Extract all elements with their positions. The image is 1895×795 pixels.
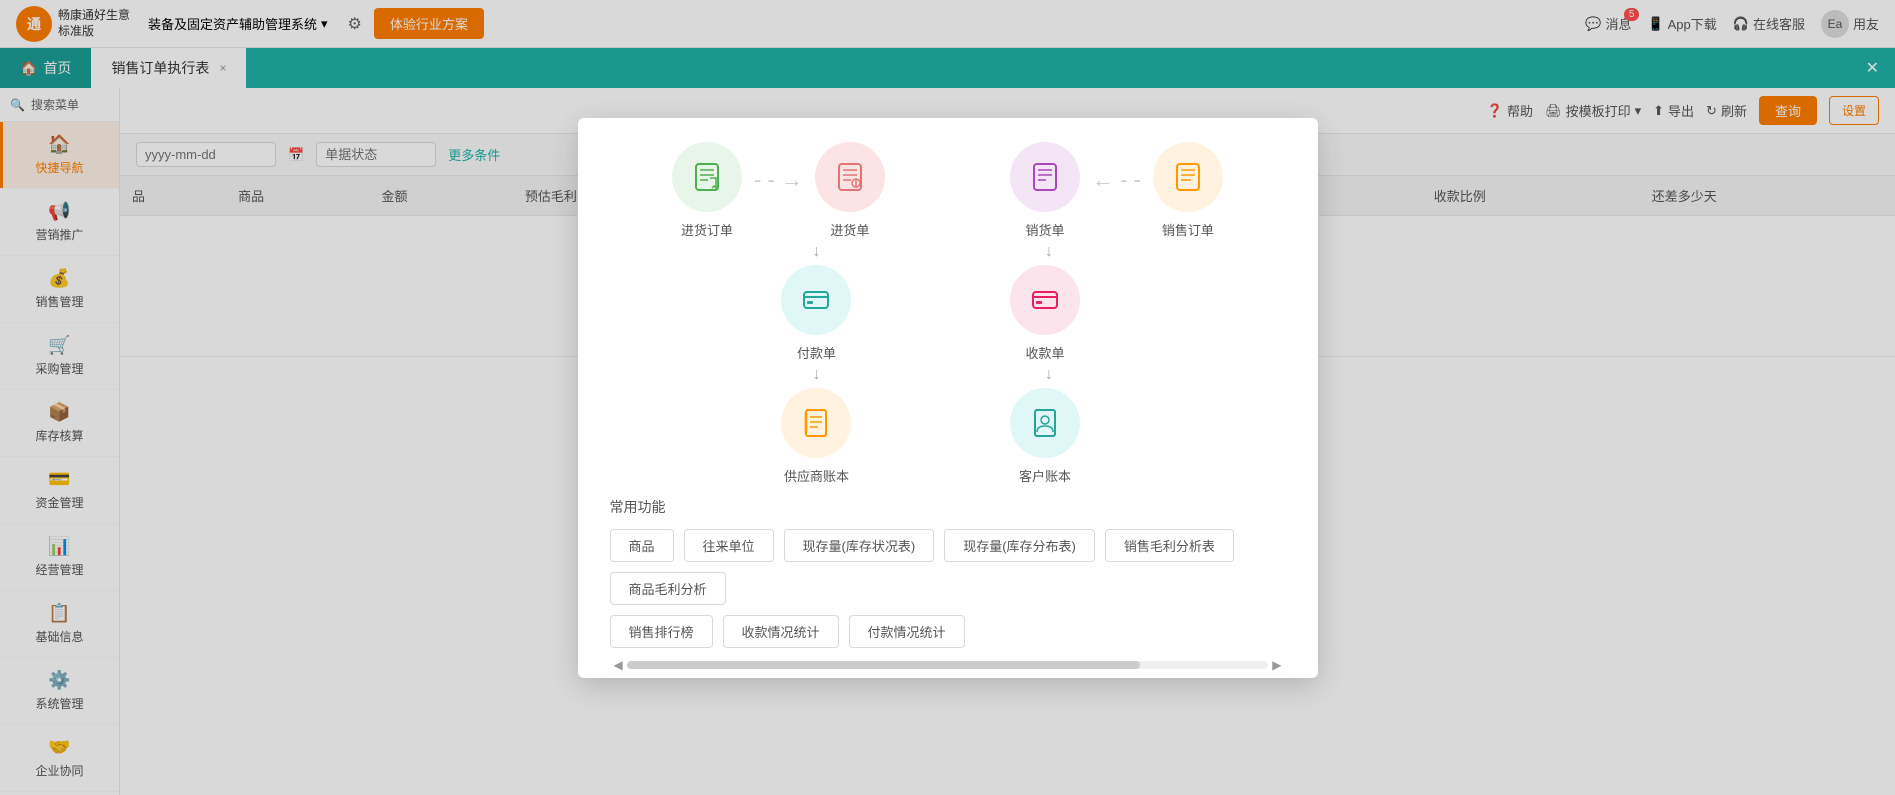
arrow-down-3: ↓	[1010, 243, 1053, 261]
sales-order-icon	[1153, 142, 1223, 212]
scroll-right-icon[interactable]: ▶	[1268, 658, 1285, 672]
flow-node-receipt-slip[interactable]: 收款单	[1010, 265, 1080, 362]
payment-icon	[781, 265, 851, 335]
btn-payment-stats[interactable]: 付款情况统计	[849, 615, 965, 648]
btn-stock-dist[interactable]: 现存量(库存分布表)	[944, 529, 1095, 562]
purchase-bill-icon	[815, 142, 885, 212]
purchase-order-icon	[672, 142, 742, 212]
arrow-down-1: ↓	[812, 243, 820, 261]
scroll-left-icon[interactable]: ◀	[610, 658, 627, 672]
popup-scrollbar: ◀ ▶	[610, 658, 1286, 672]
common-buttons-row2: 销售排行榜 收款情况统计 付款情况统计	[610, 615, 1286, 648]
common-buttons-row1: 商品 往来单位 现存量(库存状况表) 现存量(库存分布表) 销售毛利分析表 商品…	[610, 529, 1286, 605]
btn-sales-rank[interactable]: 销售排行榜	[610, 615, 713, 648]
flow-node-payment-slip[interactable]: 付款单	[781, 265, 851, 362]
arrow-purchase-to-bill: - - →	[754, 167, 803, 193]
flow-node-customer-ledger[interactable]: 客户账本	[1010, 388, 1080, 485]
customer-ledger-icon	[1010, 388, 1080, 458]
flow-node-supplier-ledger[interactable]: 供应商账本	[781, 388, 851, 485]
arrow-down-4: ↓	[1010, 366, 1053, 384]
arrow-sales-order-to-bill: ← - -	[1092, 167, 1141, 193]
supplier-ledger-icon	[781, 388, 851, 458]
common-functions-section: 常用功能 商品 往来单位 现存量(库存状况表) 现存量(库存分布表) 销售毛利分…	[610, 497, 1286, 648]
scrollbar-thumb[interactable]	[627, 661, 1140, 669]
receipt-icon	[1010, 265, 1080, 335]
popup: 进货订单 - - → 进货单 ↓	[578, 118, 1318, 678]
flow-node-purchase-order[interactable]: 进货订单	[672, 142, 742, 239]
overlay[interactable]: 进货订单 - - → 进货单 ↓	[0, 0, 1895, 795]
flow-node-sales-order[interactable]: 销售订单	[1153, 142, 1223, 239]
btn-product-profit[interactable]: 商品毛利分析	[610, 572, 726, 605]
sales-bill-icon	[1010, 142, 1080, 212]
btn-counterparty[interactable]: 往来单位	[684, 529, 774, 562]
btn-receipt-stats[interactable]: 收款情况统计	[723, 615, 839, 648]
btn-product[interactable]: 商品	[610, 529, 674, 562]
flow-node-purchase-bill[interactable]: 进货单	[815, 142, 885, 239]
flow-node-sales-bill[interactable]: 销货单	[1010, 142, 1080, 239]
btn-sales-profit[interactable]: 销售毛利分析表	[1105, 529, 1234, 562]
scrollbar-track[interactable]	[627, 661, 1269, 669]
arrow-down-2: ↓	[812, 366, 820, 384]
common-functions-title: 常用功能	[610, 497, 1286, 517]
btn-stock-status[interactable]: 现存量(库存状况表)	[784, 529, 935, 562]
